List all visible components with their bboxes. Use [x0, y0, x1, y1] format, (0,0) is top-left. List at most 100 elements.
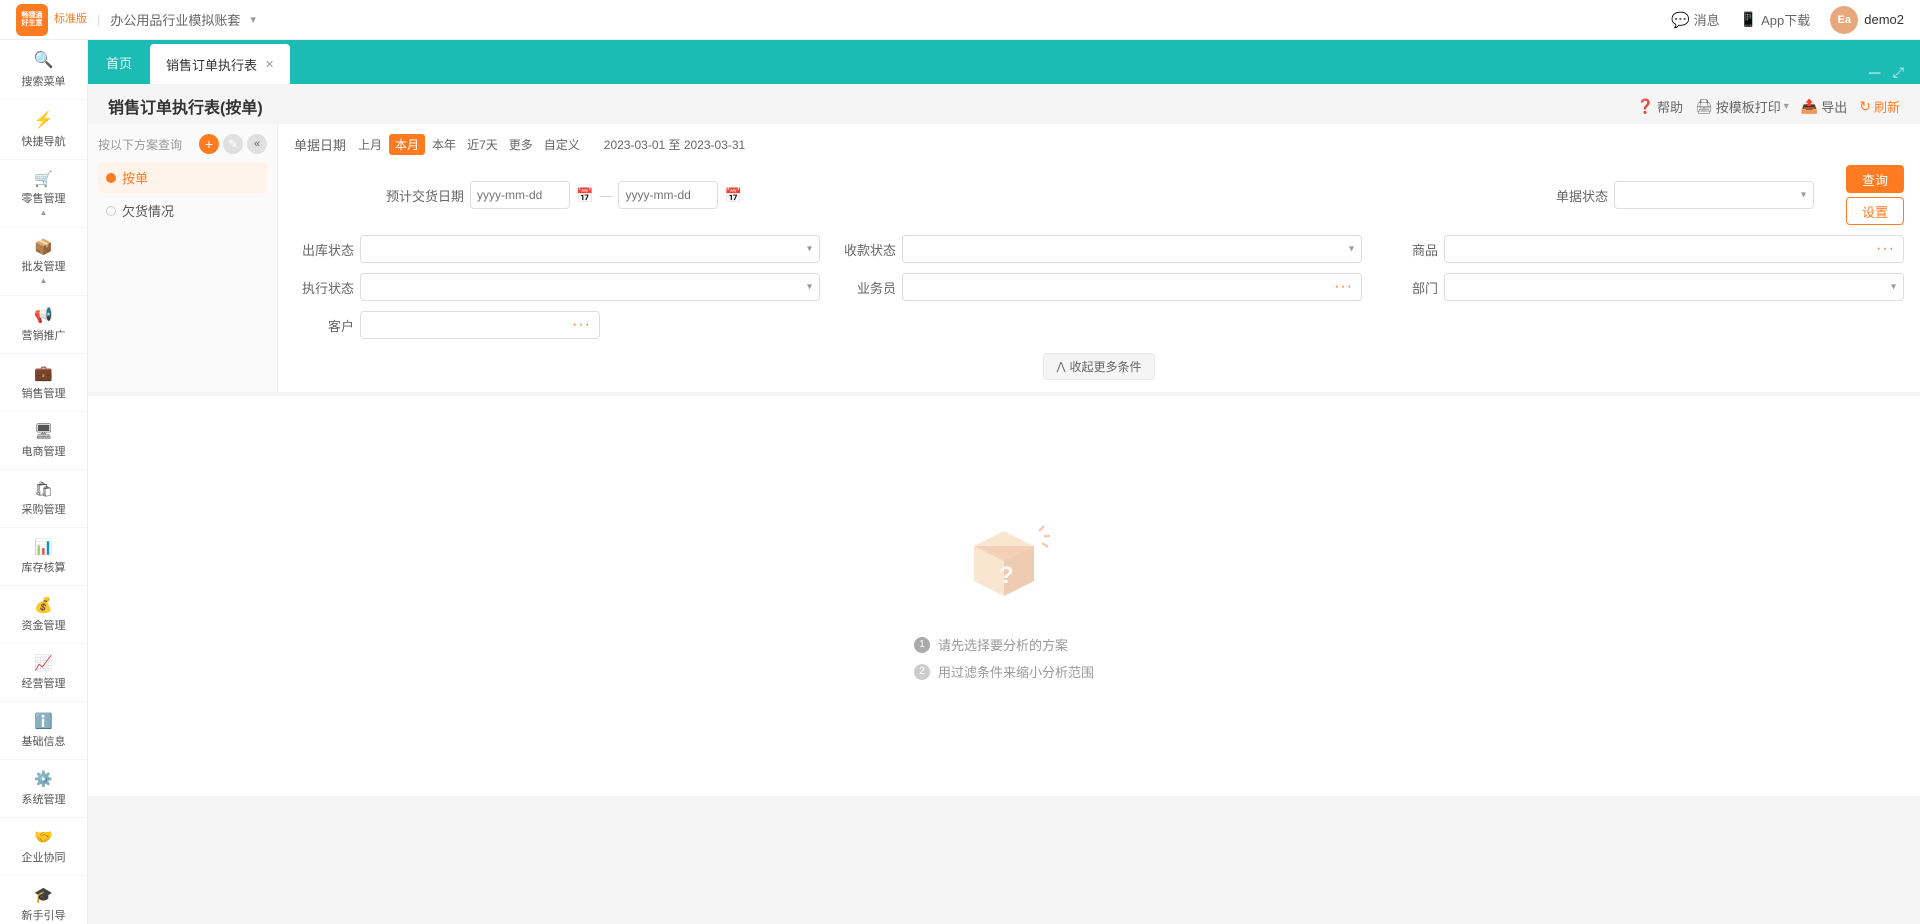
- more-tab[interactable]: 更多: [505, 134, 537, 155]
- page-title-bar: 销售订单执行表(按单) ❓ 帮助 🖨 按模板打印 ▾ 📤 导出: [88, 84, 1920, 124]
- msg-btn[interactable]: 💬 消息: [1671, 10, 1720, 29]
- topbar-dropdown-icon[interactable]: ▾: [250, 13, 256, 26]
- tab-maximize-icon[interactable]: ⤢: [1893, 64, 1904, 81]
- setting-button[interactable]: 设置: [1846, 197, 1904, 225]
- shipment-select[interactable]: [360, 235, 820, 263]
- empty-illustration: ?: [954, 511, 1054, 611]
- salesperson-dots[interactable]: ···: [1334, 278, 1353, 296]
- sidebar-item-newbie[interactable]: 🎓 新手引导: [0, 876, 87, 924]
- dept-field: 部门 ▾: [1378, 273, 1904, 301]
- logo: 畅捷通 好生意 标准版: [16, 4, 87, 36]
- page-actions: ❓ 帮助 🖨 按模板打印 ▾ 📤 导出 ↻ 刷新: [1637, 97, 1900, 116]
- page-content: 销售订单执行表(按单) ❓ 帮助 🖨 按模板打印 ▾ 📤 导出: [88, 84, 1920, 924]
- expected-date-end[interactable]: [618, 181, 718, 209]
- shipment-field: 出库状态 ▾: [294, 235, 820, 263]
- marketing-icon: 📢: [34, 306, 53, 324]
- date-filter-field: 单据日期 上月 本月 本年 近7天 更多 自定义: [294, 134, 584, 155]
- sidebar-item-enterprise[interactable]: 🤝 企业协同: [0, 818, 87, 876]
- sidebar-item-shortcut[interactable]: ⚡ 快捷导航: [0, 100, 87, 160]
- collapse-more-btn[interactable]: ⋀ 收起更多条件: [1043, 353, 1154, 380]
- calendar-icon-1: 📅: [576, 187, 593, 204]
- filter-panel-title: 按以下方案查询: [98, 136, 195, 153]
- sidebar-item-inventory[interactable]: 📊 库存核算: [0, 528, 87, 586]
- refresh-icon: ↻: [1859, 98, 1871, 115]
- dept-select[interactable]: [1444, 273, 1904, 301]
- last-month-tab[interactable]: 上月: [354, 134, 386, 155]
- step2-text: 用过滤条件来缩小分析范围: [938, 662, 1094, 681]
- payment-select[interactable]: [902, 235, 1362, 263]
- tab-bar: 首页 销售订单执行表 ✕ － ⤢: [88, 40, 1920, 84]
- salesperson-label: 业务员: [836, 278, 896, 297]
- sidebar-item-search[interactable]: 🔍 搜索菜单: [0, 40, 87, 100]
- print-btn[interactable]: 🖨 按模板打印 ▾: [1695, 97, 1789, 116]
- payment-field: 收款状态 ▾: [836, 235, 1362, 263]
- collapse-panel-btn[interactable]: «: [247, 134, 267, 154]
- system-icon: ⚙️: [34, 770, 53, 788]
- basic-icon: ℹ️: [34, 712, 53, 730]
- svg-text:?: ?: [999, 562, 1014, 589]
- sidebar-item-sales[interactable]: 💼 销售管理: [0, 354, 87, 412]
- scheme-inactive-icon: [106, 206, 116, 216]
- goods-dots[interactable]: ···: [1876, 240, 1895, 258]
- app-download-btn[interactable]: 📱 App下载: [1740, 10, 1811, 29]
- logo-text-line1: 畅捷通: [22, 12, 43, 20]
- sidebar-item-retail[interactable]: 🛒 零售管理 ▲: [0, 160, 87, 228]
- wholesale-arrow-icon: ▲: [40, 276, 48, 285]
- help-btn[interactable]: ❓ 帮助: [1637, 97, 1683, 116]
- expected-date-label: 预计交货日期: [386, 186, 464, 205]
- doc-status-label: 单据状态: [1556, 186, 1608, 205]
- retail-arrow-icon: ▲: [40, 208, 48, 217]
- expected-date-start[interactable]: [470, 181, 570, 209]
- scheme-item-欠货情况[interactable]: 欠货情况: [98, 195, 267, 226]
- query-button[interactable]: 查询: [1846, 165, 1904, 193]
- msg-icon: 💬: [1671, 11, 1690, 29]
- tab-sales-table[interactable]: 销售订单执行表 ✕: [150, 44, 290, 84]
- finance-icon: 💰: [34, 596, 53, 614]
- date-range-sep: —: [599, 188, 612, 203]
- export-btn[interactable]: 📤 导出: [1801, 97, 1847, 116]
- sidebar-item-basic[interactable]: ℹ️ 基础信息: [0, 702, 87, 760]
- sidebar: 🔍 搜索菜单 ⚡ 快捷导航 🛒 零售管理 ▲ 📦 批发管理 ▲ 📢 营销推广 💼…: [0, 40, 88, 924]
- tab-home[interactable]: 首页: [88, 40, 150, 84]
- empty-steps-list: 1 请先选择要分析的方案 2 用过滤条件来缩小分析范围: [914, 635, 1094, 681]
- user-area[interactable]: Ea demo2: [1830, 6, 1904, 34]
- doc-status-select[interactable]: [1614, 181, 1814, 209]
- doc-status-field: 单据状态 ▾: [1556, 181, 1814, 209]
- sidebar-item-finance[interactable]: 💰 资金管理: [0, 586, 87, 644]
- print-icon: 🖨: [1695, 98, 1713, 115]
- customer-dots[interactable]: ···: [572, 316, 591, 334]
- step2-num: 2: [914, 664, 930, 680]
- tab-close-icon[interactable]: ✕: [265, 58, 274, 71]
- date-range-display: 2023-03-01 至 2023-03-31: [604, 136, 745, 153]
- edit-scheme-btn[interactable]: ✎: [223, 134, 243, 154]
- custom-tab[interactable]: 自定义: [540, 134, 584, 155]
- exec-select[interactable]: [360, 273, 820, 301]
- help-icon: ❓: [1637, 98, 1654, 115]
- salesperson-field: 业务员 ···: [836, 273, 1362, 301]
- print-arrow-icon: ▾: [1784, 101, 1789, 112]
- topbar-divider: |: [97, 12, 100, 27]
- inventory-icon: 📊: [34, 538, 53, 556]
- scheme-item-按单[interactable]: 按单: [98, 162, 267, 193]
- topbar-title: 办公用品行业模拟账套: [110, 10, 240, 29]
- sidebar-item-wholesale[interactable]: 📦 批发管理 ▲: [0, 228, 87, 296]
- sidebar-item-ecommerce[interactable]: 🖥 电商管理: [0, 412, 87, 470]
- export-icon: 📤: [1801, 98, 1818, 115]
- tab-minimize-icon[interactable]: －: [1867, 60, 1883, 84]
- filter-area: 按以下方案查询 + ✎ « 按单 欠货情况: [88, 124, 1920, 392]
- this-month-tab[interactable]: 本月: [389, 134, 425, 155]
- shipment-label: 出库状态: [294, 240, 354, 259]
- sidebar-item-purchase[interactable]: 🛍 采购管理: [0, 470, 87, 528]
- sidebar-item-marketing[interactable]: 📢 营销推广: [0, 296, 87, 354]
- last7-tab[interactable]: 近7天: [463, 134, 502, 155]
- this-year-tab[interactable]: 本年: [428, 134, 460, 155]
- refresh-btn[interactable]: ↻ 刷新: [1859, 97, 1900, 116]
- dept-label: 部门: [1378, 278, 1438, 297]
- content-area: 首页 销售订单执行表 ✕ － ⤢ 销售订单执行表(按单) ❓ 帮助: [88, 40, 1920, 924]
- sidebar-item-operation[interactable]: 📈 经营管理: [0, 644, 87, 702]
- retail-icon: 🛒: [34, 170, 53, 188]
- add-scheme-btn[interactable]: +: [199, 134, 219, 154]
- payment-label: 收款状态: [836, 240, 896, 259]
- sidebar-item-system[interactable]: ⚙️ 系统管理: [0, 760, 87, 818]
- filter-panel: 按以下方案查询 + ✎ « 按单 欠货情况: [88, 124, 278, 392]
